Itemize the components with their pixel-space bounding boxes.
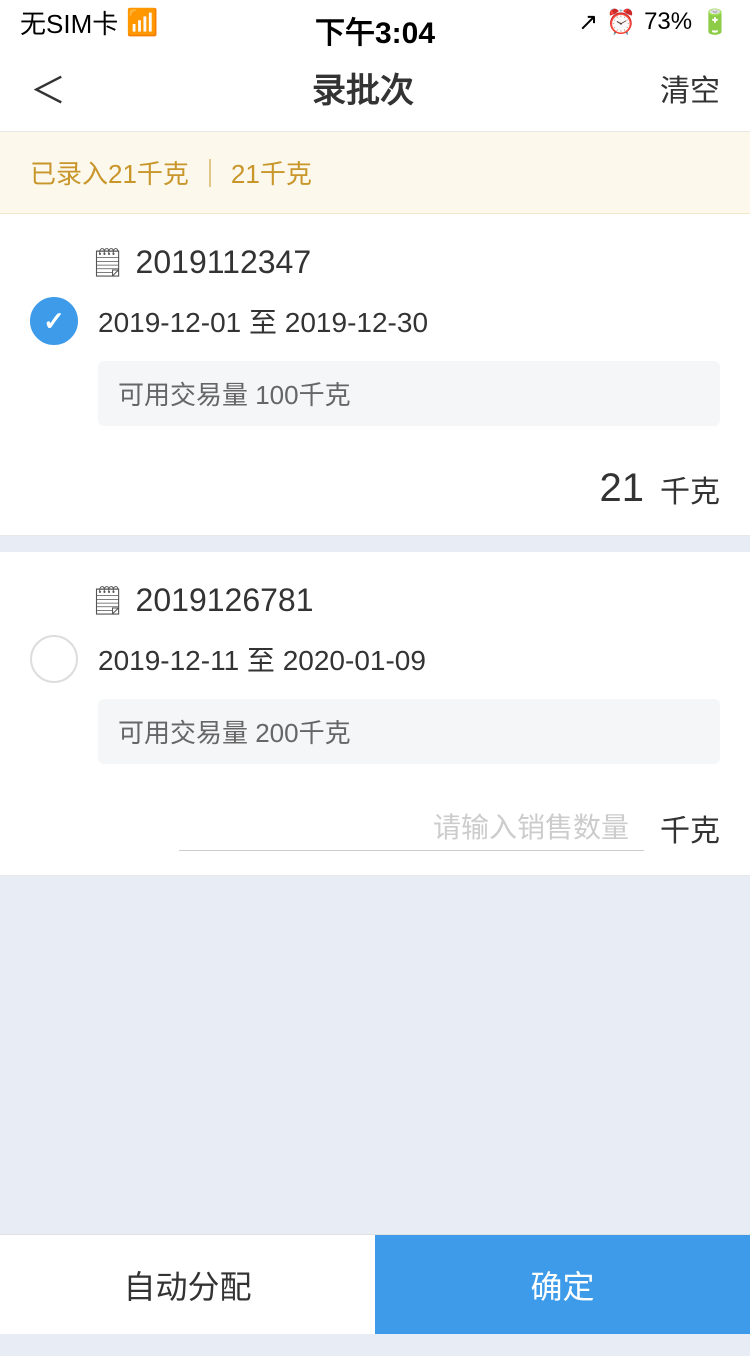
- batch-date-1: 2019-12-01 至 2019-12-30: [98, 301, 428, 341]
- status-left: 无SIM卡 📶: [20, 4, 159, 41]
- info-divider: [209, 159, 211, 187]
- batch-row-1: 2019-12-01 至 2019-12-30: [30, 297, 720, 345]
- confirm-button[interactable]: 确定: [375, 1235, 750, 1334]
- radio-button-2[interactable]: [30, 635, 78, 683]
- auto-distribute-button[interactable]: 自动分配: [0, 1235, 375, 1334]
- wifi-icon: 📶: [126, 7, 158, 38]
- batch-header-2: 🗒 2019126781: [30, 582, 720, 619]
- batch-id-2: 2019126781: [136, 582, 314, 619]
- qty-row-2: 千克: [0, 784, 750, 876]
- back-button[interactable]: ＜: [30, 62, 66, 114]
- qty-value-1: 21: [600, 466, 645, 511]
- batch-header-1: 🗒 2019112347: [30, 244, 720, 281]
- card-divider: [0, 536, 750, 552]
- nav-bar: ＜ 录批次 清空: [0, 44, 750, 132]
- qty-unit-1: 千克: [660, 467, 720, 511]
- content-area: 🗒 2019112347 2019-12-01 至 2019-12-30 可用交…: [0, 214, 750, 1356]
- status-right: ↗ ⏰ 73% 🔋: [578, 8, 730, 37]
- recorded-label: 已录入21千克: [30, 154, 189, 191]
- batch-icon-2: 🗒: [90, 584, 126, 617]
- bottom-bar: 自动分配 确定: [0, 1234, 750, 1334]
- qty-unit-2: 千克: [660, 806, 720, 850]
- batch-row-2: 2019-12-11 至 2020-01-09: [30, 635, 720, 683]
- alarm-icon: ⏰: [606, 8, 636, 37]
- battery-text: 73%: [644, 8, 692, 36]
- batch-icon-1: 🗒: [90, 246, 126, 279]
- status-bar: 无SIM卡 📶 下午3:04 ↗ ⏰ 73% 🔋: [0, 0, 750, 44]
- batch-id-1: 2019112347: [136, 244, 312, 281]
- available-qty-1: 可用交易量 100千克: [98, 361, 720, 426]
- location-icon: ↗: [578, 8, 598, 37]
- status-time: 下午3:04: [315, 8, 435, 52]
- batch-card-1: 🗒 2019112347 2019-12-01 至 2019-12-30 可用交…: [0, 214, 750, 446]
- page-title: 录批次: [312, 63, 414, 112]
- batch-card-2: 🗒 2019126781 2019-12-11 至 2020-01-09 可用交…: [0, 552, 750, 784]
- carrier-text: 无SIM卡: [20, 4, 118, 41]
- battery-icon: 🔋: [700, 8, 730, 37]
- qty-row-1: 21 千克: [0, 446, 750, 536]
- batch-date-2: 2019-12-11 至 2020-01-09: [98, 639, 426, 679]
- info-banner: 已录入21千克 21千克: [0, 132, 750, 214]
- available-qty-2: 可用交易量 200千克: [98, 699, 720, 764]
- qty-input-2[interactable]: [179, 804, 644, 851]
- clear-button[interactable]: 清空: [660, 66, 720, 110]
- total-label: 21千克: [231, 154, 312, 191]
- radio-button-1[interactable]: [30, 297, 78, 345]
